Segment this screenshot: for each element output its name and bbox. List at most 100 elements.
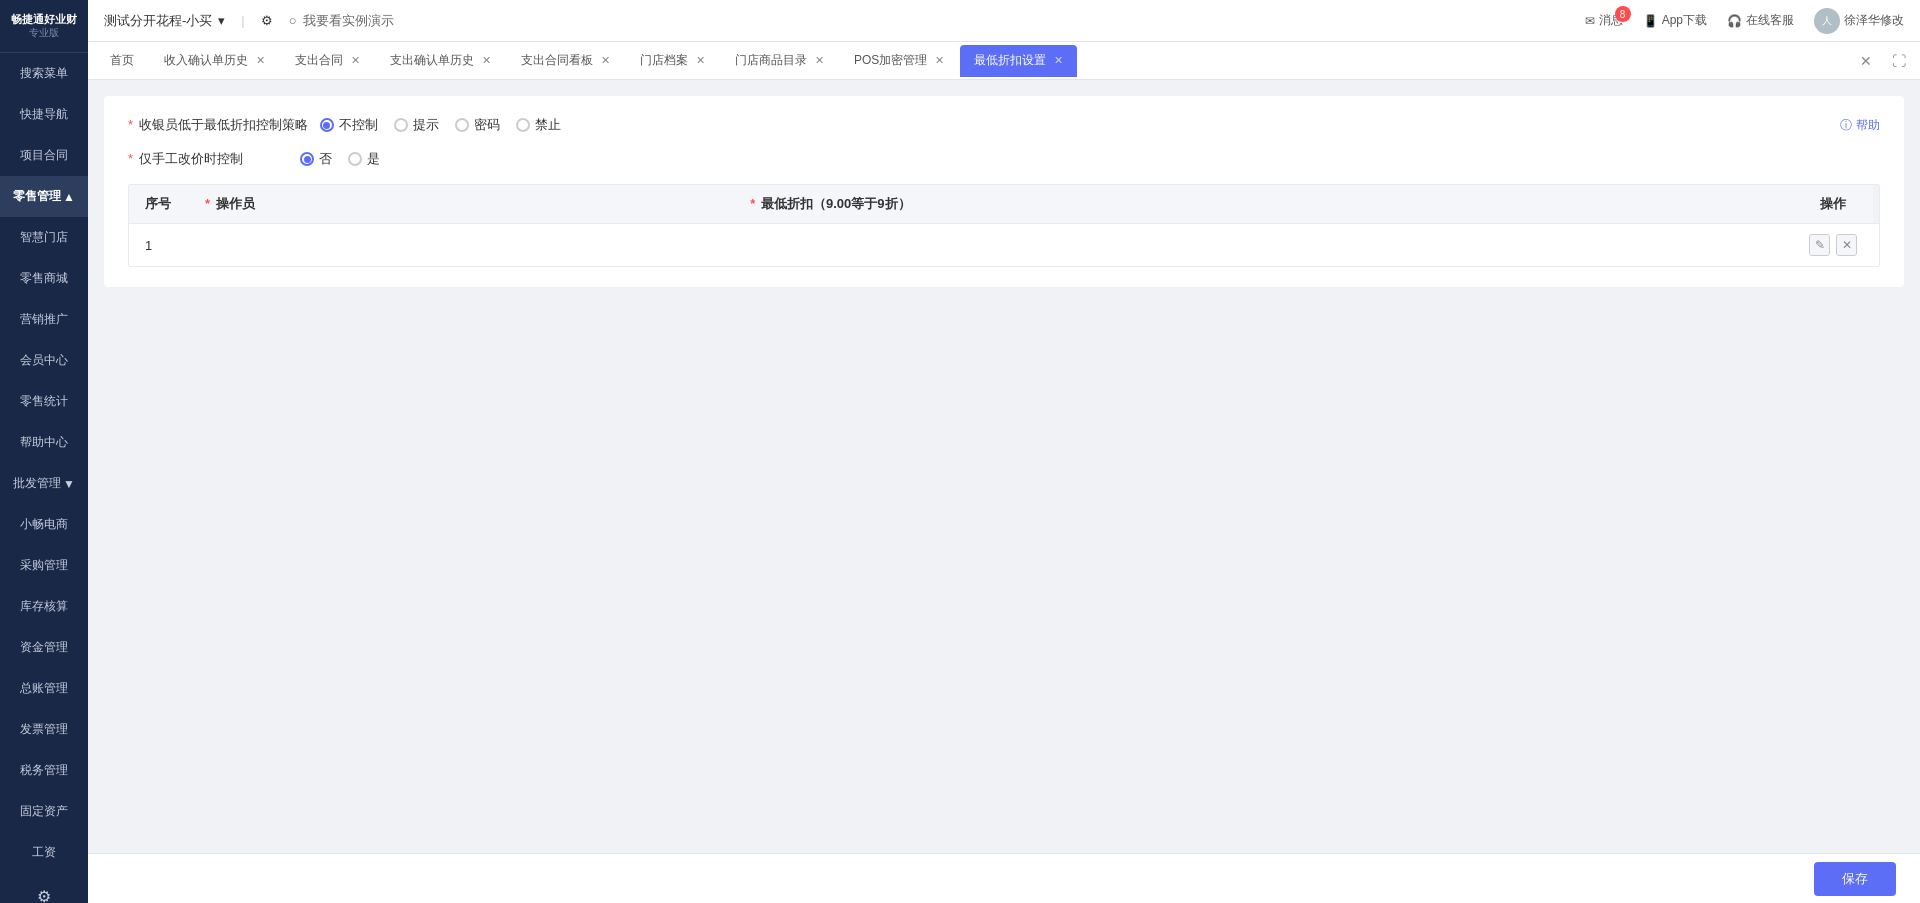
sidebar-item-tax[interactable]: 税务管理 [0, 750, 88, 791]
tab-close-store-goods[interactable]: ✕ [815, 54, 824, 67]
radio-ban[interactable]: 禁止 [516, 116, 561, 134]
tab-store-profile[interactable]: 门店档案 ✕ [626, 45, 719, 77]
field1-required-star: * [128, 117, 133, 132]
tab-payment-confirm-history[interactable]: 支出确认单历史 ✕ [376, 45, 505, 77]
footer: 保存 [88, 853, 1920, 903]
tabbar-actions: ✕ ⛶ [1854, 51, 1912, 71]
question-circle-icon: ⓘ [1840, 117, 1852, 134]
col-header-operator: * 操作员 [189, 185, 734, 223]
sidebar-item-ecommerce[interactable]: 小畅电商 [0, 504, 88, 545]
tab-income-history[interactable]: 收入确认单历史 ✕ [150, 45, 279, 77]
sidebar-item-marketing[interactable]: 营销推广 [0, 299, 88, 340]
topbar-divider: | [241, 13, 244, 28]
tab-min-discount[interactable]: 最低折扣设置 ✕ [960, 45, 1077, 77]
close-all-tabs-button[interactable]: ✕ [1854, 51, 1878, 71]
sidebar-item-online-shop[interactable]: 零售商城 [0, 258, 88, 299]
demo-icon: ○ [289, 13, 297, 28]
avatar: 人 [1814, 8, 1840, 34]
tab-close-store-profile[interactable]: ✕ [696, 54, 705, 67]
tab-close-min-discount[interactable]: ✕ [1054, 54, 1063, 67]
message-button[interactable]: ✉ 消息 8 [1585, 12, 1623, 29]
project-chevron-icon: ▾ [218, 13, 225, 28]
field2-label: * 仅手工改价时控制 [128, 150, 288, 168]
sidebar-item-project-contract[interactable]: 项目合同 [0, 135, 88, 176]
tab-close-payment-contract[interactable]: ✕ [351, 54, 360, 67]
field1-label: * 收银员低于最低折扣控制策略 [128, 116, 308, 134]
sidebar-item-ledger[interactable]: 总账管理 [0, 668, 88, 709]
sidebar-item-retail-stats[interactable]: 零售统计 [0, 381, 88, 422]
radio-password-circle [455, 118, 469, 132]
operator-required-star: * [205, 196, 210, 211]
table-row: 1 ✎ ✕ [129, 224, 1879, 266]
main-area: 测试分开花程-小买 ▾ | ⚙ ○ 我要看实例演示 ✉ 消息 8 📱 App下载… [88, 0, 1920, 903]
discount-table: 序号 * 操作员 * 最低折扣（9.00等于9折） 操作 1 [128, 184, 1880, 267]
row1-delete-button[interactable]: ✕ [1836, 234, 1857, 256]
form-card: * 收银员低于最低折扣控制策略 不控制 提示 密码 [104, 96, 1904, 287]
sidebar-item-quick-nav[interactable]: 快捷导航 [0, 94, 88, 135]
tab-pos-password[interactable]: POS加密管理 ✕ [840, 45, 958, 77]
settings-button[interactable]: ⚙ [261, 13, 273, 28]
tab-close-income-history[interactable]: ✕ [256, 54, 265, 67]
radio-no[interactable]: 否 [300, 150, 332, 168]
tabbar: 首页 收入确认单历史 ✕ 支出合同 ✕ 支出确认单历史 ✕ 支出合同看板 ✕ 门… [88, 42, 1920, 80]
sidebar-item-finance[interactable]: 资金管理 [0, 627, 88, 668]
radio-tip[interactable]: 提示 [394, 116, 439, 134]
help-button[interactable]: ⓘ 帮助 [1840, 117, 1880, 134]
sidebar-item-wholesale-mgmt[interactable]: 批发管理 ▼ [0, 463, 88, 504]
phone-icon: 📱 [1643, 14, 1658, 28]
sidebar-item-inventory[interactable]: 库存核算 [0, 586, 88, 627]
sidebar: 畅捷通好业财 专业版 搜索菜单 快捷导航 项目合同 零售管理 ▲ 智慧门店 零售… [0, 0, 88, 903]
tab-store-goods[interactable]: 门店商品目录 ✕ [721, 45, 838, 77]
discount-required-star: * [750, 196, 755, 211]
table-header: 序号 * 操作员 * 最低折扣（9.00等于9折） 操作 [129, 185, 1879, 224]
sidebar-item-salary[interactable]: 工资 [0, 832, 88, 873]
radio-no-control-circle [320, 118, 334, 132]
expand-tabs-button[interactable]: ⛶ [1886, 51, 1912, 71]
sidebar-item-invoice[interactable]: 发票管理 [0, 709, 88, 750]
radio-tip-circle [394, 118, 408, 132]
sidebar-item-search[interactable]: 搜索菜单 [0, 53, 88, 94]
sidebar-item-purchase-mgmt[interactable]: 采购管理 [0, 545, 88, 586]
message-icon: ✉ [1585, 14, 1595, 28]
sidebar-item-smart-store[interactable]: 智慧门店 [0, 217, 88, 258]
col-header-action: 操作 [1793, 185, 1873, 223]
row1-operator [189, 235, 734, 255]
logo-line2: 专业版 [8, 26, 80, 40]
tab-payment-contract[interactable]: 支出合同 ✕ [281, 45, 374, 77]
headset-icon: 🎧 [1727, 14, 1742, 28]
field1-radio-group: 不控制 提示 密码 禁止 [320, 116, 561, 134]
settings-icon: ⚙ [261, 13, 273, 28]
gear-icon: ⚙ [37, 888, 51, 903]
content-area: * 收银员低于最低折扣控制策略 不控制 提示 密码 [88, 80, 1920, 853]
radio-no-control[interactable]: 不控制 [320, 116, 378, 134]
radio-no-circle [300, 152, 314, 166]
tab-close-payment-contract-board[interactable]: ✕ [601, 54, 610, 67]
row1-actions: ✎ ✕ [1793, 224, 1873, 266]
project-selector[interactable]: 测试分开花程-小买 ▾ [104, 12, 225, 30]
save-button[interactable]: 保存 [1814, 862, 1896, 896]
chevron-up-icon: ▲ [63, 190, 75, 204]
sidebar-item-help-center[interactable]: 帮助中心 [0, 422, 88, 463]
radio-password[interactable]: 密码 [455, 116, 500, 134]
chevron-down-icon: ▼ [63, 477, 75, 491]
row1-seq: 1 [129, 228, 189, 263]
sidebar-item-fixed-assets[interactable]: 固定资产 [0, 791, 88, 832]
radio-yes[interactable]: 是 [348, 150, 380, 168]
message-badge: 8 [1615, 6, 1631, 22]
topbar: 测试分开花程-小买 ▾ | ⚙ ○ 我要看实例演示 ✉ 消息 8 📱 App下载… [88, 0, 1920, 42]
sidebar-item-member-center[interactable]: 会员中心 [0, 340, 88, 381]
tab-home[interactable]: 首页 [96, 45, 148, 77]
demo-button[interactable]: ○ 我要看实例演示 [289, 12, 394, 30]
sidebar-settings-button[interactable]: ⚙ [0, 873, 88, 903]
user-profile-button[interactable]: 人 徐泽华修改 [1814, 8, 1904, 34]
sidebar-item-retail-mgmt[interactable]: 零售管理 ▲ [0, 176, 88, 217]
tab-close-payment-confirm-history[interactable]: ✕ [482, 54, 491, 67]
row1-discount [734, 235, 1793, 255]
app-download-button[interactable]: 📱 App下载 [1643, 12, 1707, 29]
col-header-discount: * 最低折扣（9.00等于9折） [734, 185, 1793, 223]
online-service-button[interactable]: 🎧 在线客服 [1727, 12, 1794, 29]
tab-close-pos-password[interactable]: ✕ [935, 54, 944, 67]
row1-edit-button[interactable]: ✎ [1809, 234, 1830, 256]
tab-payment-contract-board[interactable]: 支出合同看板 ✕ [507, 45, 624, 77]
form-row-manual-control: * 仅手工改价时控制 否 是 [128, 150, 1880, 168]
